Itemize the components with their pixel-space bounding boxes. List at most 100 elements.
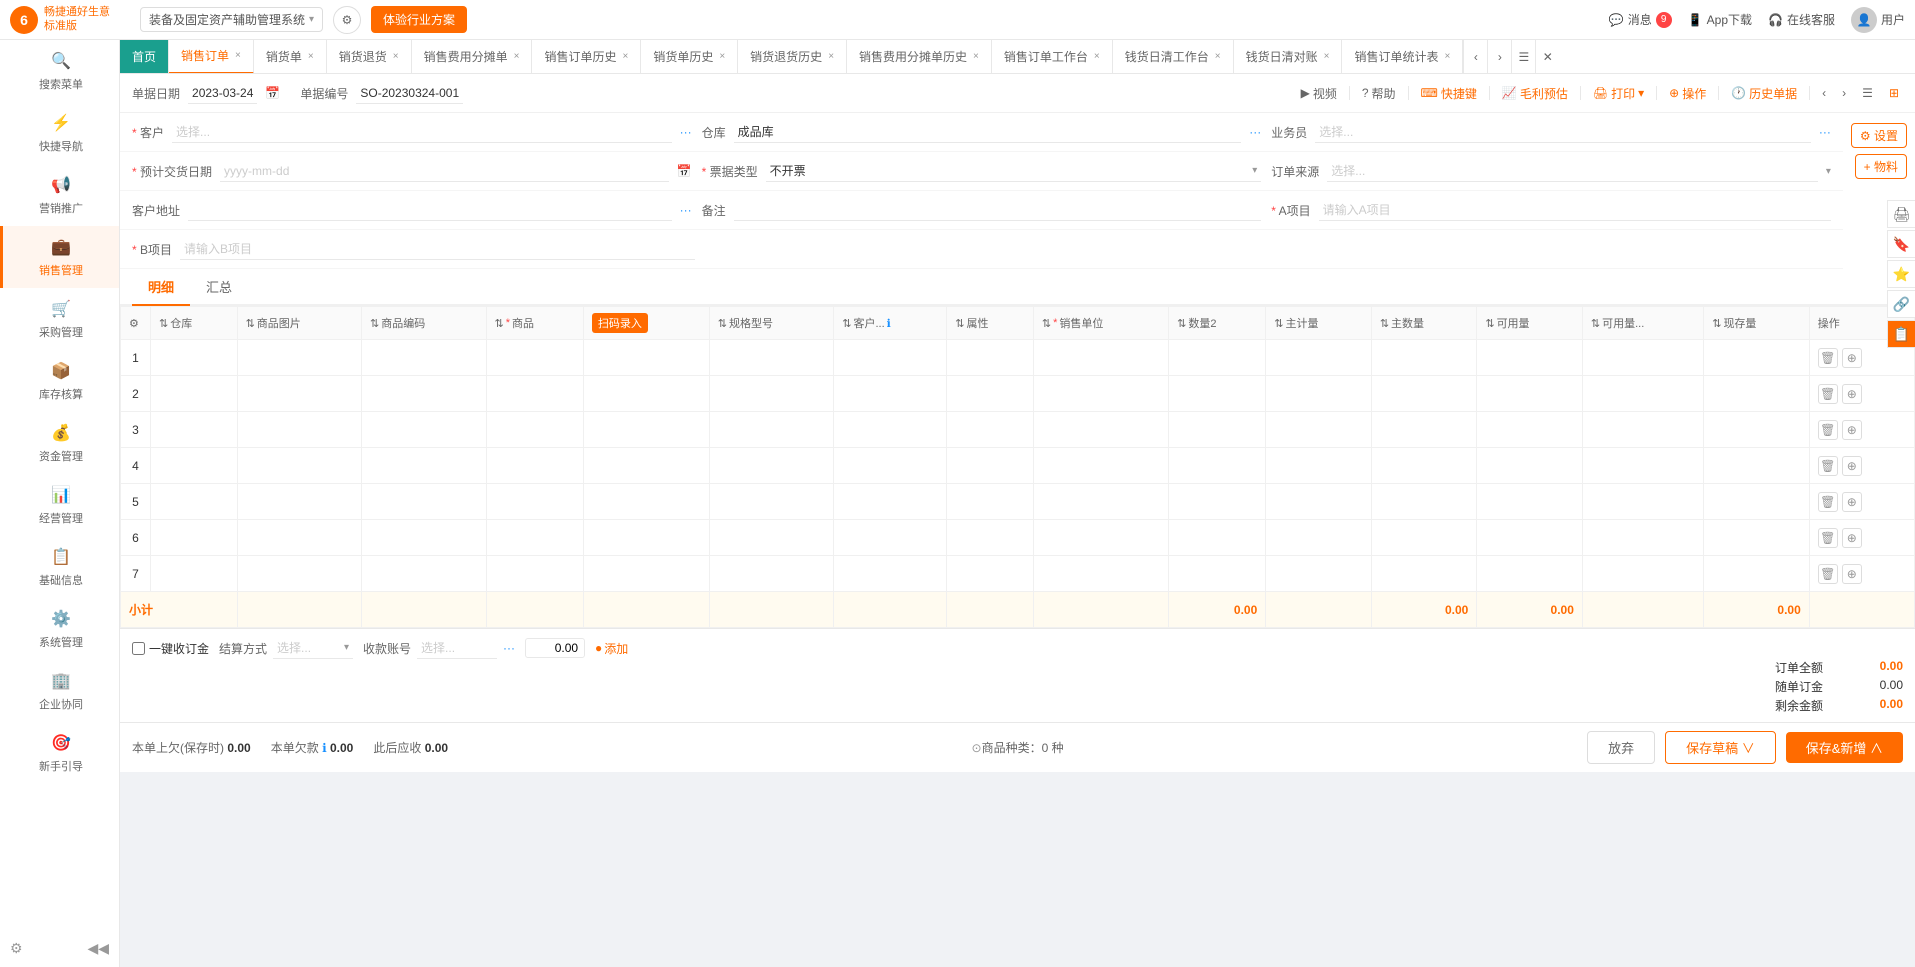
- delete-btn[interactable]: 🗑: [1818, 564, 1838, 584]
- delivery-calendar-icon[interactable]: 📅: [677, 164, 692, 178]
- float-star-icon[interactable]: ⭐: [1887, 260, 1915, 288]
- delete-btn[interactable]: 🗑: [1818, 384, 1838, 404]
- row-1-unit[interactable]: [1033, 340, 1168, 376]
- tab-close-icon[interactable]: ×: [308, 51, 314, 62]
- tab-scroll-right[interactable]: ›: [1487, 40, 1511, 74]
- b-project-input[interactable]: 请输入B项目: [180, 238, 695, 260]
- sidebar-item-finance[interactable]: 💰 资金管理: [0, 412, 119, 474]
- settlement-select[interactable]: 选择... ▾: [273, 637, 353, 659]
- tab-invoice-history[interactable]: 销货单历史 ×: [641, 40, 738, 74]
- customer-addr-more-btn[interactable]: ···: [680, 203, 692, 217]
- row-1-available2[interactable]: [1582, 340, 1703, 376]
- delete-btn[interactable]: 🗑: [1818, 492, 1838, 512]
- delete-btn[interactable]: 🗑: [1818, 348, 1838, 368]
- row-1-main-qty[interactable]: [1371, 340, 1477, 376]
- online-service-button[interactable]: 🎧 在线客服: [1768, 11, 1835, 28]
- customer-addr-input[interactable]: [188, 199, 672, 221]
- tab-order-stats[interactable]: 销售订单统计表 ×: [1342, 40, 1463, 74]
- save-draft-button[interactable]: 保存草稿 ∨: [1665, 731, 1776, 764]
- invoice-type-select[interactable]: 不开票 ▾: [766, 160, 1262, 182]
- tab-order-workbench[interactable]: 销售订单工作台 ×: [992, 40, 1113, 74]
- row-1-available[interactable]: [1477, 340, 1583, 376]
- tab-detail[interactable]: 明细: [132, 269, 190, 306]
- tab-close-all-btn[interactable]: ✕: [1535, 40, 1559, 74]
- sidebar-item-enterprise[interactable]: 🏢 企业协同: [0, 660, 119, 722]
- tab-expense-history[interactable]: 销售费用分摊单历史 ×: [847, 40, 992, 74]
- copy-btn[interactable]: ⊕: [1842, 384, 1862, 404]
- scan-input-btn[interactable]: 扫码录入: [592, 313, 648, 333]
- salesperson-more-btn[interactable]: ···: [1819, 125, 1831, 139]
- a-project-input[interactable]: 请输入A项目: [1319, 199, 1831, 221]
- sidebar-item-purchase[interactable]: 🛒 采购管理: [0, 288, 119, 350]
- tab-close-icon[interactable]: ×: [828, 51, 834, 62]
- sidebar-item-operation[interactable]: 📊 经营管理: [0, 474, 119, 536]
- sidebar-item-nav[interactable]: ⚡ 快捷导航: [0, 102, 119, 164]
- customer-input[interactable]: 选择...: [172, 121, 672, 143]
- calendar-icon[interactable]: 📅: [265, 86, 280, 100]
- settings-icon[interactable]: ⚙: [129, 318, 139, 330]
- delete-btn[interactable]: 🗑: [1818, 456, 1838, 476]
- system-name-selector[interactable]: 装备及固定资产辅助管理系统 ▾: [140, 7, 323, 32]
- delivery-date-input[interactable]: yyyy-mm-dd: [220, 160, 669, 182]
- salesperson-input[interactable]: 选择...: [1315, 121, 1811, 143]
- trial-button[interactable]: 体验行业方案: [371, 6, 467, 33]
- delete-btn[interactable]: 🗑: [1818, 420, 1838, 440]
- tab-close-icon[interactable]: ×: [719, 51, 725, 62]
- history-button[interactable]: 🕐 历史单据: [1727, 85, 1801, 102]
- tab-sales-expense[interactable]: 销售费用分摊单 ×: [412, 40, 533, 74]
- tab-daily-workbench[interactable]: 钱货日清工作台 ×: [1113, 40, 1234, 74]
- copy-btn[interactable]: ⊕: [1842, 528, 1862, 548]
- one-click-payment-checkbox[interactable]: 一键收订金: [132, 640, 209, 657]
- sidebar-item-guide[interactable]: 🎯 新手引导: [0, 722, 119, 784]
- add-payment-button[interactable]: ● 添加: [595, 640, 628, 657]
- note-input[interactable]: [734, 199, 1262, 221]
- sidebar-item-inventory[interactable]: 📦 库存核算: [0, 350, 119, 412]
- float-bookmark-icon[interactable]: 🔖: [1887, 230, 1915, 258]
- float-print-icon[interactable]: 🖨: [1887, 200, 1915, 228]
- customer-more-btn[interactable]: ···: [680, 125, 692, 139]
- sidebar-item-sales[interactable]: 💼 销售管理: [0, 226, 119, 288]
- copy-btn[interactable]: ⊕: [1842, 564, 1862, 584]
- row-1-main-uom[interactable]: [1266, 340, 1372, 376]
- save-new-button[interactable]: 保存&新增 ∧: [1786, 732, 1903, 763]
- row-1-attribute[interactable]: [947, 340, 1034, 376]
- tab-close-icon[interactable]: ×: [1094, 51, 1100, 62]
- receipt-more-btn[interactable]: ···: [503, 641, 515, 655]
- tab-menu-btn[interactable]: ☰: [1511, 40, 1535, 74]
- discard-button[interactable]: 放弃: [1587, 731, 1655, 764]
- system-settings-button[interactable]: ⚙: [333, 6, 361, 34]
- delete-btn[interactable]: 🗑: [1818, 528, 1838, 548]
- sidebar-collapse-icon[interactable]: ◀◀: [87, 940, 109, 957]
- date-value[interactable]: 2023-03-24: [188, 82, 257, 104]
- copy-btn[interactable]: ⊕: [1842, 348, 1862, 368]
- receipt-account-select[interactable]: 选择...: [417, 637, 497, 659]
- operation-button[interactable]: ⊕ 操作: [1665, 85, 1710, 102]
- add-material-button[interactable]: + 物料: [1855, 154, 1907, 179]
- row-1-product[interactable]: [486, 340, 583, 376]
- tab-close-icon[interactable]: ×: [1324, 51, 1330, 62]
- table-scroll-container[interactable]: ⚙ ⇅ 仓库 ⇅: [120, 306, 1915, 628]
- row-1-warehouse[interactable]: [151, 340, 238, 376]
- list-view-btn[interactable]: ☰: [1858, 86, 1877, 100]
- tab-summary[interactable]: 汇总: [190, 269, 248, 306]
- tab-close-icon[interactable]: ×: [1215, 51, 1221, 62]
- amount-input[interactable]: [525, 638, 585, 658]
- app-download-button[interactable]: 📱 App下载: [1688, 11, 1752, 28]
- sidebar-item-system[interactable]: ⚙️ 系统管理: [0, 598, 119, 660]
- tab-sales-order-history[interactable]: 销售订单历史 ×: [532, 40, 641, 74]
- tab-close-icon[interactable]: ×: [393, 51, 399, 62]
- tab-close-icon[interactable]: ×: [235, 50, 241, 61]
- shortcut-button[interactable]: ⌨ 快捷键: [1417, 85, 1481, 102]
- one-click-checkbox-input[interactable]: [132, 642, 145, 655]
- tab-close-icon[interactable]: ×: [622, 51, 628, 62]
- order-num-value[interactable]: SO-20230324-001: [356, 82, 463, 104]
- row-1-customer-code[interactable]: [834, 340, 947, 376]
- copy-btn[interactable]: ⊕: [1842, 492, 1862, 512]
- tab-close-icon[interactable]: ×: [514, 51, 520, 62]
- tab-daily-reconcile[interactable]: 钱货日清对账 ×: [1234, 40, 1343, 74]
- tab-sales-invoice[interactable]: 销货单 ×: [254, 40, 327, 74]
- sidebar-settings-icon[interactable]: ⚙: [10, 940, 23, 957]
- row-1-spec[interactable]: [709, 340, 833, 376]
- message-button[interactable]: 💬 消息 9: [1609, 11, 1672, 28]
- tab-return-history[interactable]: 销货退货历史 ×: [738, 40, 847, 74]
